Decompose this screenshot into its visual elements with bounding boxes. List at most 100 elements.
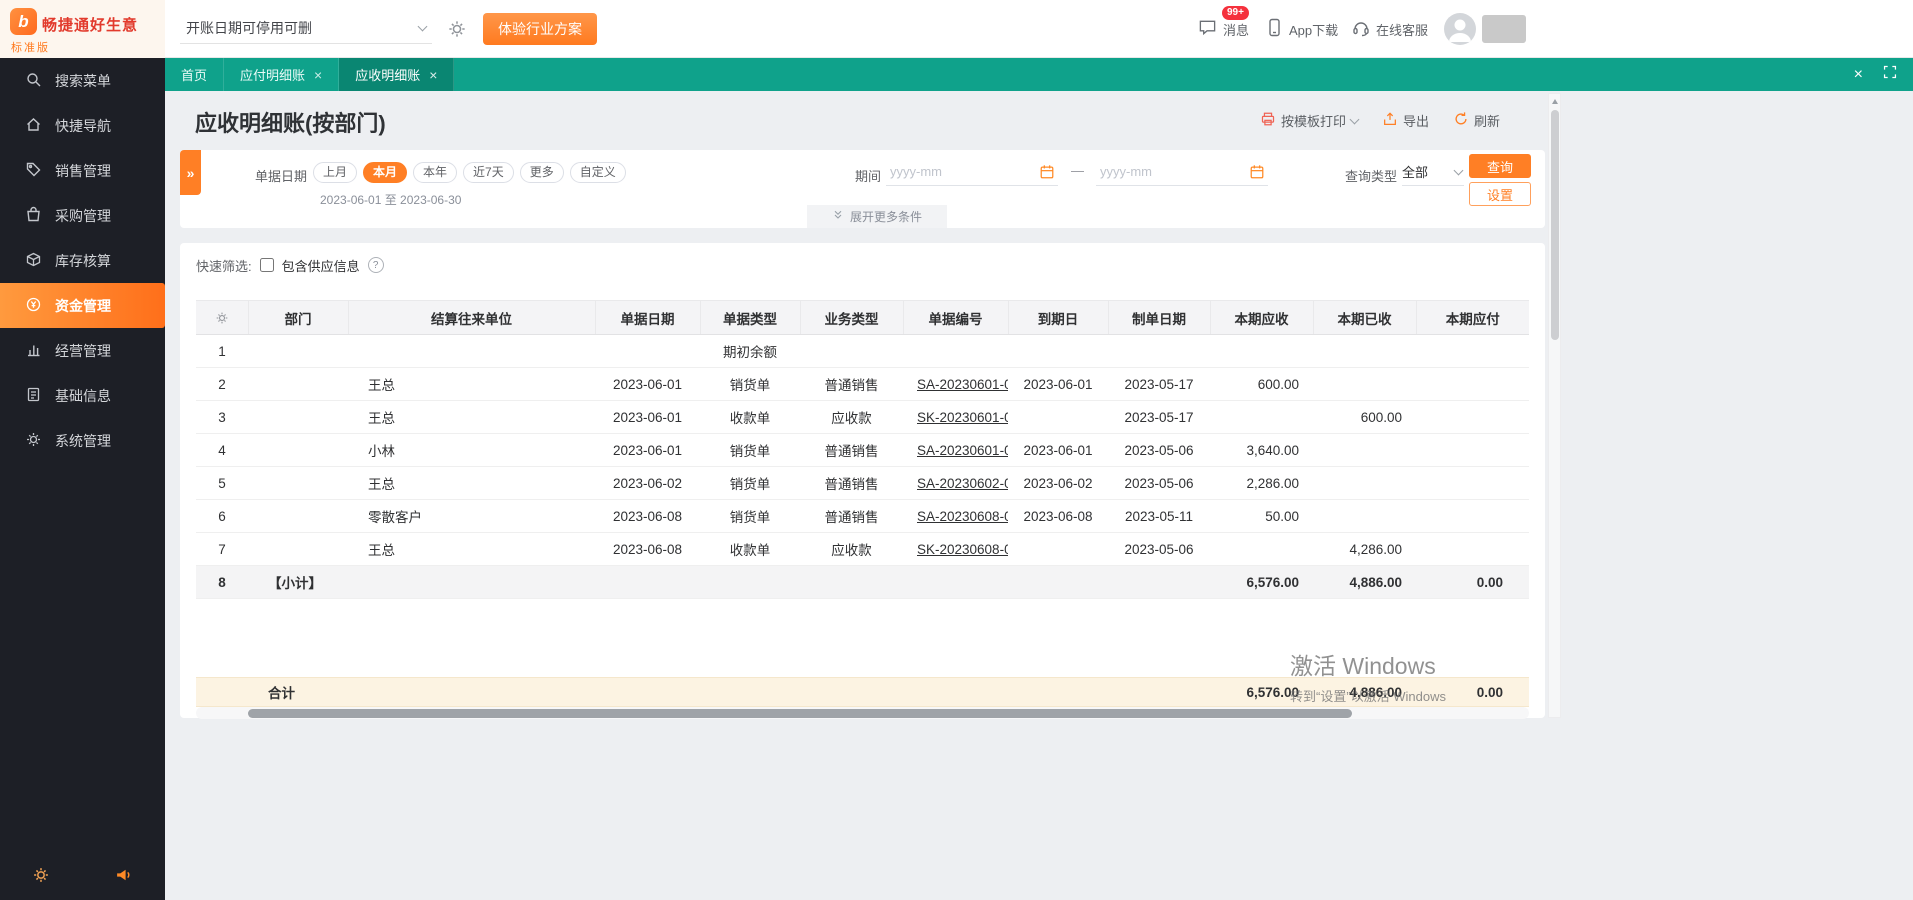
tab-home[interactable]: 首页 — [165, 58, 225, 91]
sidebar-item-label: 库存核算 — [55, 252, 111, 269]
doc-no-link[interactable]: SA-20230601-0 — [903, 367, 1008, 401]
online-service-button[interactable]: 在线客服 — [1352, 0, 1428, 58]
expand-more-label: 展开更多条件 — [849, 210, 922, 224]
sidebar-item-label: 资金管理 — [55, 297, 111, 314]
fullscreen-icon[interactable] — [1883, 65, 1897, 84]
export-icon — [1382, 111, 1398, 130]
sidebar-item-quick-nav[interactable]: 快捷导航 — [0, 103, 165, 148]
refresh-icon — [1453, 111, 1469, 130]
logo-icon: b — [10, 8, 37, 35]
tab-receivable-ledger[interactable]: 应收明细账 × — [339, 58, 455, 91]
page-toolbar: 按模板打印 导出 刷新 — [1260, 91, 1500, 150]
account-book-value: 开账日期可停用可删 — [186, 20, 312, 36]
header-biz-type: 业务类型 — [800, 300, 904, 335]
trial-solution-button[interactable]: 体验行业方案 — [483, 13, 597, 45]
main-content: 应收明细账(按部门) 按模板打印 导出 刷新 » 单据日期 上月 本月 本年 近… — [165, 91, 1913, 900]
sidebar-item-sales[interactable]: 销售管理 — [0, 148, 165, 193]
sidebar-item-purchase[interactable]: 采购管理 — [0, 193, 165, 238]
horizontal-scrollbar[interactable] — [196, 707, 1529, 719]
period-to-input[interactable] — [1096, 158, 1236, 184]
doc-no-link[interactable]: SA-20230608-0 — [903, 499, 1008, 533]
close-all-icon[interactable]: × — [1854, 66, 1863, 84]
account-book-select[interactable]: 开账日期可停用可删 — [180, 13, 432, 44]
message-count-badge: 99+ — [1222, 6, 1249, 20]
tab-payable-ledger[interactable]: 应付明细账 × — [224, 58, 340, 91]
doc-no-link[interactable]: SA-20230601-0 — [903, 433, 1008, 467]
sidebar-footer — [0, 854, 165, 900]
table-row: 4 小林 2023-06-01 销货单 普通销售 SA-20230601-0 2023-06… — [196, 433, 1529, 467]
chip-more[interactable]: 更多 — [519, 162, 564, 183]
close-icon[interactable]: × — [429, 68, 437, 82]
messages-button[interactable]: 99+ 消息 — [1198, 0, 1249, 58]
expand-more-conditions[interactable]: 展开更多条件 — [807, 205, 947, 228]
chip-last-month[interactable]: 上月 — [313, 162, 358, 183]
ledger-card: 快速筛选: 包含供应信息 ? 部门 结算往来单位 单据日期 单据类型 业务类型 — [180, 243, 1545, 719]
horn-icon[interactable] — [115, 866, 133, 889]
sidebar-item-system[interactable]: 系统管理 — [0, 418, 165, 463]
sidebar-item-search-menu[interactable]: 搜索菜单 — [0, 58, 165, 103]
chip-last-7-days[interactable]: 近7天 — [463, 162, 514, 183]
header-create-date: 制单日期 — [1108, 300, 1211, 335]
sidebar-item-label: 快捷导航 — [55, 117, 111, 134]
tab-bar-controls: × — [1854, 58, 1913, 91]
header-dept: 部门 — [248, 300, 349, 335]
print-by-template-button[interactable]: 按模板打印 — [1260, 111, 1360, 130]
page-title: 应收明细账(按部门) — [195, 111, 386, 136]
settings-gear-icon[interactable] — [447, 19, 467, 39]
doc-icon — [25, 386, 42, 406]
vertical-scrollbar-thumb[interactable] — [1550, 110, 1559, 340]
sidebar-item-funds[interactable]: 资金管理 — [0, 283, 165, 328]
header-doc-date: 单据日期 — [595, 300, 701, 335]
app-download-button[interactable]: App下载 — [1266, 0, 1338, 58]
doc-no-link[interactable]: SA-20230602-0 — [903, 466, 1008, 500]
gear-icon[interactable] — [32, 866, 50, 889]
help-icon[interactable]: ? — [367, 257, 384, 273]
total-payable: 0.00 — [1416, 677, 1529, 707]
horizontal-scrollbar-thumb[interactable] — [248, 708, 1352, 718]
query-type-label: 查询类型 — [1345, 169, 1398, 184]
printer-icon — [1260, 111, 1276, 130]
doc-no-link[interactable]: SK-20230608-0 — [903, 532, 1008, 566]
user-name-blurred[interactable] — [1482, 15, 1526, 43]
subtotal-row: 8 【小计】 6,576.00 4,886.00 0.00 — [196, 565, 1529, 599]
close-icon[interactable]: × — [314, 68, 322, 82]
include-supplier-checkbox[interactable] — [259, 258, 274, 272]
date-range-text: 2023-06-01 至 2023-06-30 — [320, 193, 462, 207]
grand-total-row: 合计 6,576.00 4,886.00 0.00 — [196, 677, 1529, 707]
sidebar-item-operations[interactable]: 经营管理 — [0, 328, 165, 373]
sidebar-item-label: 基础信息 — [55, 387, 111, 404]
sidebar-item-label: 经营管理 — [55, 342, 111, 359]
chip-this-year[interactable]: 本年 — [413, 162, 458, 183]
user-avatar[interactable] — [1444, 13, 1476, 45]
sidebar-item-label: 系统管理 — [55, 432, 111, 449]
chip-this-month[interactable]: 本月 — [363, 162, 408, 183]
refresh-label: 刷新 — [1473, 114, 1500, 129]
table-row: 1 期初余额 — [196, 334, 1529, 368]
query-type-select[interactable]: 全部 — [1402, 158, 1464, 186]
query-type-value: 全部 — [1402, 165, 1429, 180]
app-title: 畅捷通好生意 — [42, 17, 139, 34]
scroll-up-arrow-icon[interactable] — [1551, 99, 1558, 104]
vertical-scrollbar[interactable] — [1548, 93, 1561, 718]
ledger-table: 部门 结算往来单位 单据日期 单据类型 业务类型 单据编号 到期日 制单日期 本… — [196, 300, 1529, 599]
messages-label: 消息 — [1223, 22, 1250, 38]
chip-custom[interactable]: 自定义 — [569, 162, 626, 183]
quick-filter-label: 快速筛选: — [196, 258, 252, 274]
app-edition: 标准版 — [11, 42, 50, 54]
column-settings-icon[interactable] — [196, 300, 249, 335]
total-received: 4,886.00 — [1313, 677, 1416, 707]
table-row: 7 王总 2023-06-08 收款单 应收款 SK-20230608-0 2023-05-… — [196, 532, 1529, 566]
export-button[interactable]: 导出 — [1382, 111, 1429, 130]
doc-no-link[interactable]: SK-20230601-0 — [903, 400, 1008, 434]
refresh-button[interactable]: 刷新 — [1453, 111, 1500, 130]
period-from-input[interactable] — [886, 158, 1026, 184]
sidebar-item-base-info[interactable]: 基础信息 — [0, 373, 165, 418]
search-button[interactable]: 查询 — [1469, 154, 1531, 178]
header-partner: 结算往来单位 — [348, 300, 596, 335]
sidebar-item-inventory[interactable]: 库存核算 — [0, 238, 165, 283]
chart-icon — [25, 341, 42, 361]
tag-icon — [25, 161, 42, 181]
settings-button[interactable]: 设置 — [1469, 182, 1531, 206]
expand-panel-icon[interactable]: » — [180, 150, 201, 195]
online-service-label: 在线客服 — [1376, 22, 1429, 38]
